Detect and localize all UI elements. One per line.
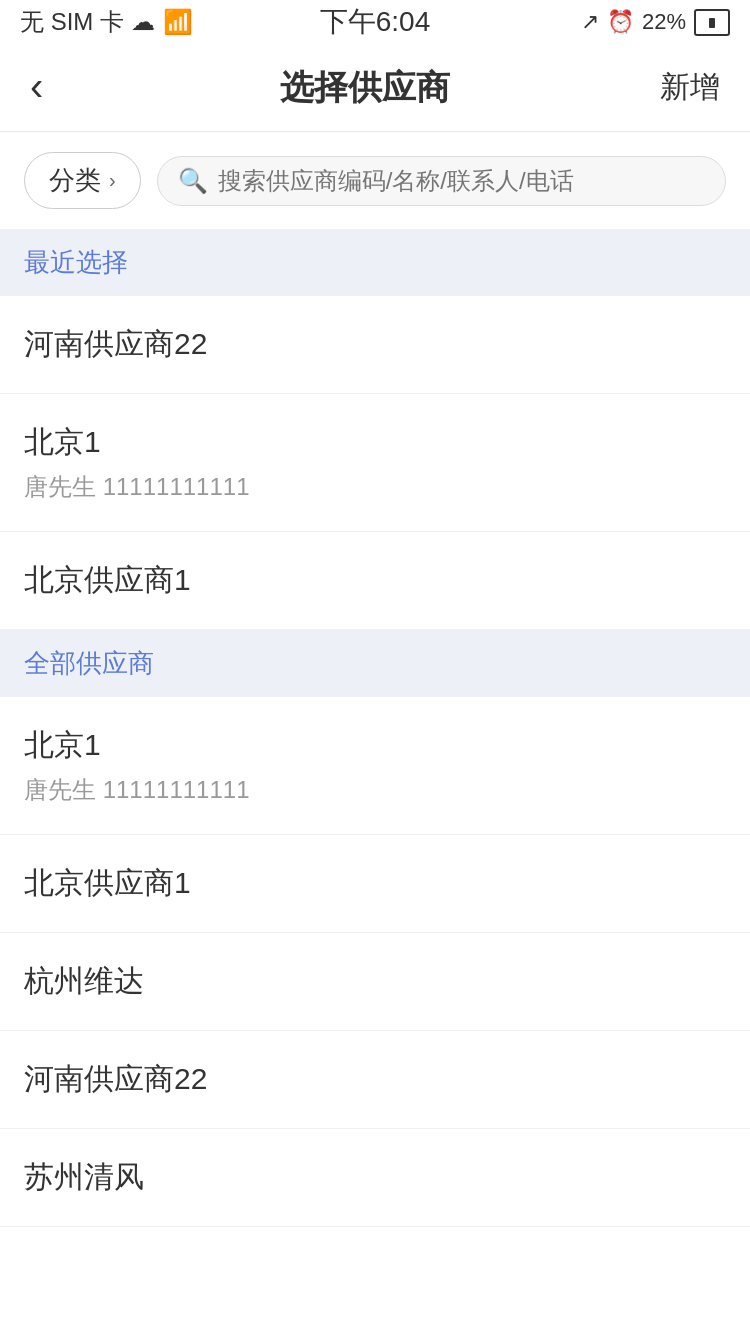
supplier-name: 杭州维达 [24,961,726,1002]
back-icon: ‹ [30,64,43,108]
location-icon: ↗ [581,9,599,35]
list-item[interactable]: 苏州清风 [0,1129,750,1227]
status-left: 无 SIM 卡 ☁ 📶 [20,6,193,38]
category-filter-button[interactable]: 分类 › [24,152,141,209]
supplier-name: 北京1 [24,725,726,766]
list-item[interactable]: 北京1 唐先生 11111111111 [0,697,750,835]
list-item[interactable]: 杭州维达 [0,933,750,1031]
all-supplier-list: 北京1 唐先生 11111111111 北京供应商1 杭州维达河南供应商22 苏州清风 [0,697,750,1227]
battery-icon [694,9,730,36]
all-section-label: 全部供应商 [24,648,154,678]
list-item[interactable]: 北京1 唐先生 11111111111 [0,394,750,532]
supplier-name: 苏州清风 [24,1157,726,1198]
status-right: ↗ ⏰ 22% [581,9,730,36]
list-item[interactable]: 河南供应商22 [0,1031,750,1129]
search-box[interactable]: 🔍 [157,156,726,206]
back-button[interactable]: ‹ [30,66,90,109]
status-bar: 无 SIM 卡 ☁ 📶 下午6:04 ↗ ⏰ 22% [0,0,750,44]
supplier-name: 北京供应商1 [24,560,726,601]
status-time: 下午6:04 [320,3,431,41]
battery-percent: 22% [642,9,686,35]
category-label: 分类 [49,163,101,198]
supplier-name: 河南供应商22 [24,324,726,365]
list-item[interactable]: 北京供应商1 [0,835,750,933]
all-section-header: 全部供应商 [0,630,750,697]
supplier-name: 北京1 [24,422,726,463]
supplier-name: 河南供应商22 [24,1059,726,1100]
alarm-icon: ⏰ [607,9,634,35]
wifi-icon: 📶 [163,8,193,36]
recent-supplier-list: 河南供应商22 北京1 唐先生 11111111111 北京供应商1 [0,296,750,630]
sim-status: 无 SIM 卡 ☁ [20,6,155,38]
search-icon: 🔍 [178,167,208,195]
supplier-name: 北京供应商1 [24,863,726,904]
page-title: 选择供应商 [90,65,640,111]
recent-section-header: 最近选择 [0,229,750,296]
list-item[interactable]: 河南供应商22 [0,296,750,394]
recent-section-label: 最近选择 [24,247,128,277]
nav-bar: ‹ 选择供应商 新增 [0,44,750,132]
add-button[interactable]: 新增 [640,67,720,108]
list-item[interactable]: 北京供应商1 [0,532,750,630]
supplier-contact: 唐先生 11111111111 [24,471,726,503]
filter-bar: 分类 › 🔍 [0,132,750,229]
chevron-right-icon: › [109,169,116,192]
search-input[interactable] [218,167,705,195]
supplier-contact: 唐先生 11111111111 [24,774,726,806]
